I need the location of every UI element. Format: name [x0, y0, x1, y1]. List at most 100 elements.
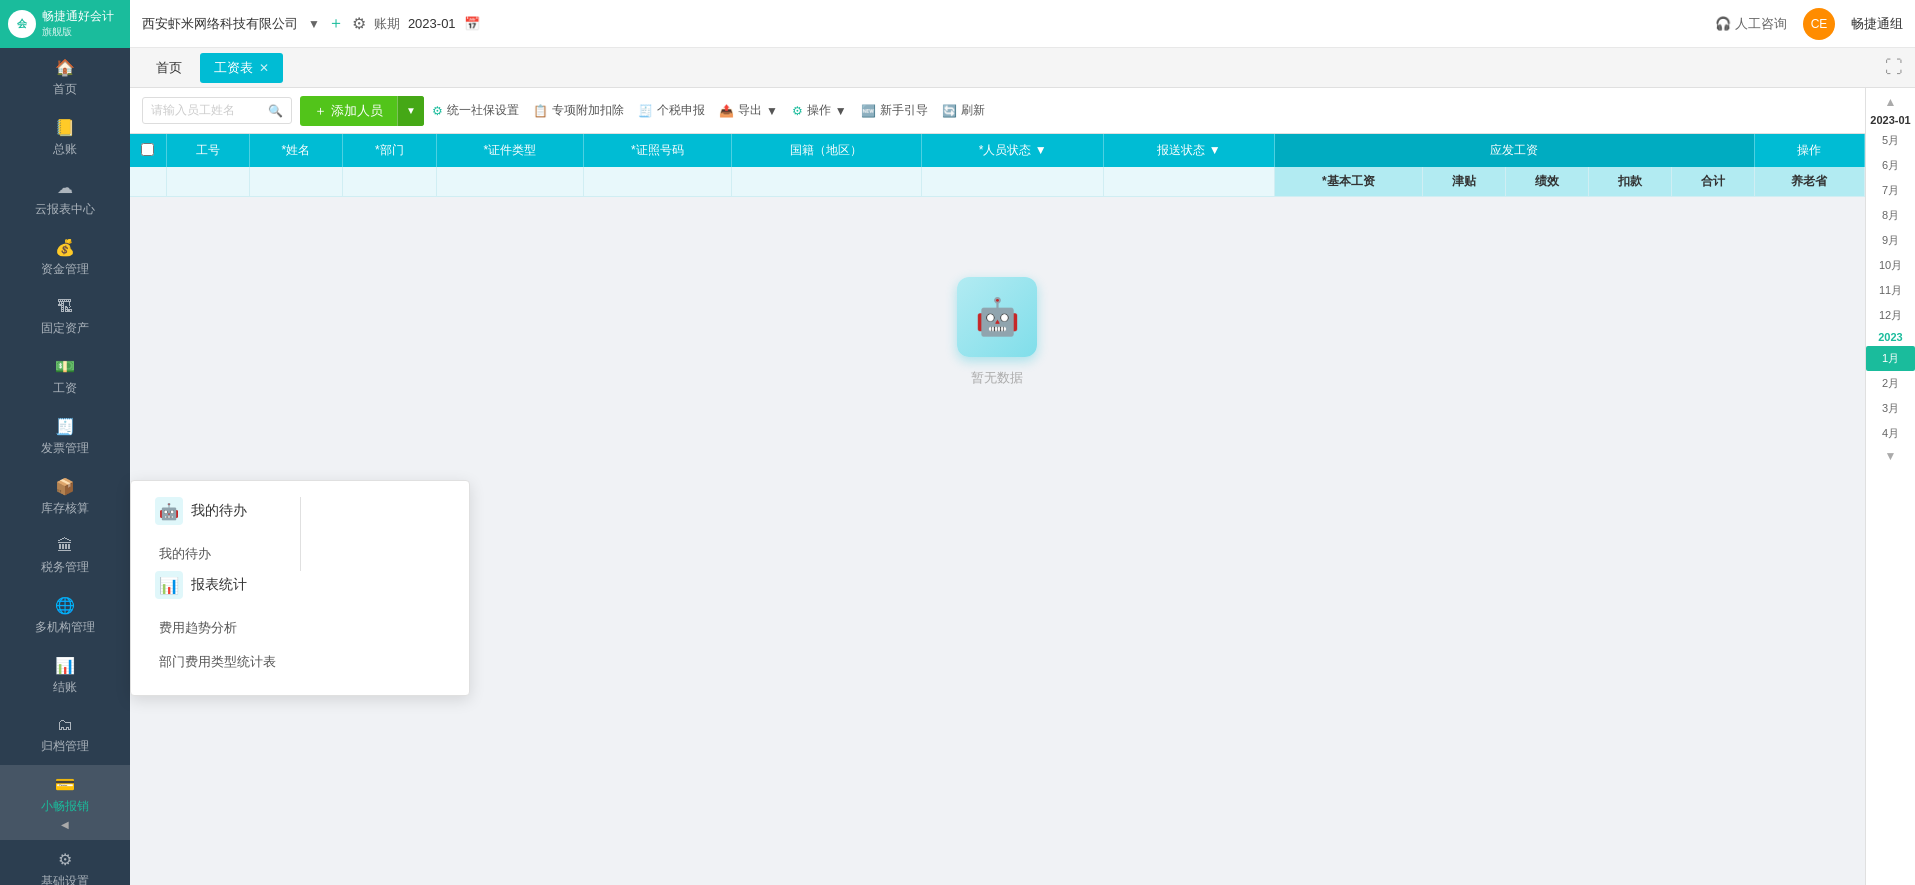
tab-close-icon[interactable]: ✕: [259, 61, 269, 75]
refresh-btn[interactable]: 🔄 刷新: [942, 102, 985, 119]
operation-label: 操作: [807, 102, 831, 119]
sidebar-item-fund[interactable]: 💰 资金管理: [0, 228, 130, 288]
sidebar-item-inventory[interactable]: 📦 库存核算: [0, 467, 130, 527]
timeline-month-5[interactable]: 5月: [1866, 128, 1915, 153]
sidebar-item-cloud-report[interactable]: ☁ 云报表中心: [0, 168, 130, 228]
tax-report-label: 个税申报: [657, 102, 705, 119]
company-dropdown-icon[interactable]: ▼: [308, 17, 320, 31]
user-avatar[interactable]: CE: [1803, 8, 1835, 40]
header-department: *部门: [343, 134, 437, 167]
timeline-month-10[interactable]: 10月: [1866, 253, 1915, 278]
social-insurance-btn[interactable]: ⚙ 统一社保设置: [432, 102, 519, 119]
empty-robot-icon: 🤖: [957, 277, 1037, 357]
timeline-month-12[interactable]: 12月: [1866, 303, 1915, 328]
header-nationality: 国籍（地区）: [731, 134, 922, 167]
operation-btn[interactable]: ⚙ 操作 ▼: [792, 102, 847, 119]
export-label: 导出: [738, 102, 762, 119]
operation-icon: ⚙: [792, 104, 803, 118]
sidebar-item-ledger[interactable]: 📒 总账: [0, 108, 130, 168]
reports-icon: 📊: [155, 571, 183, 599]
timeline-month-8[interactable]: 8月: [1866, 203, 1915, 228]
timeline-down-icon[interactable]: ▼: [1882, 446, 1900, 466]
topbar-add-icon[interactable]: ＋: [328, 13, 344, 34]
tab-salary-label: 工资表: [214, 59, 253, 77]
timeline-month-9[interactable]: 9月: [1866, 228, 1915, 253]
service-button[interactable]: 🎧 人工咨询: [1715, 15, 1787, 33]
export-btn[interactable]: 📤 导出 ▼: [719, 102, 778, 119]
sidebar-item-multi-org[interactable]: 🌐 多机构管理: [0, 586, 130, 646]
timeline-month-3[interactable]: 3月: [1866, 396, 1915, 421]
timeline-header: 2023-01: [1868, 112, 1912, 128]
sidebar-label-inventory: 库存核算: [41, 500, 89, 517]
header-salary-group: 应发工资: [1275, 134, 1755, 167]
sub-performance: 绩效: [1505, 167, 1588, 197]
guide-btn[interactable]: 🆕 新手引导: [861, 102, 928, 119]
sidebar-item-archive[interactable]: 🗂 归档管理: [0, 706, 130, 765]
logo-text-group: 畅捷通好会计 旗舰版: [42, 9, 114, 39]
sidebar-item-tax[interactable]: 🏛 税务管理: [0, 527, 130, 586]
headset-icon: 🎧: [1715, 16, 1731, 31]
social-insurance-icon: ⚙: [432, 104, 443, 118]
sidebar-item-salary[interactable]: 💵 工资: [0, 347, 130, 407]
archive-icon: 🗂: [57, 716, 73, 734]
table-header-row: 工号 *姓名 *部门 *证件类型 *证照号码 国籍（地区） *人员状态 ▼ 报送…: [130, 134, 1865, 167]
company-name: 西安虾米网络科技有限公司: [142, 15, 298, 33]
timeline-month-1[interactable]: 1月: [1866, 346, 1915, 371]
sidebar-label-xiaochang: 小畅报销: [41, 798, 89, 815]
sidebar-label-cloud: 云报表中心: [35, 201, 95, 218]
select-all-checkbox[interactable]: [141, 143, 154, 156]
tab-salary[interactable]: 工资表 ✕: [200, 53, 283, 83]
sidebar-item-settlement[interactable]: 📊 结账: [0, 646, 130, 706]
sidebar-item-fixed-assets[interactable]: 🏗 固定资产: [0, 288, 130, 347]
popup-item-cost-trend[interactable]: 费用趋势分析: [155, 611, 292, 645]
empty-text: 暂无数据: [971, 369, 1023, 387]
timeline-month-4[interactable]: 4月: [1866, 421, 1915, 446]
sub-deduction: 扣款: [1588, 167, 1671, 197]
tab-home[interactable]: 首页: [142, 53, 196, 83]
popup-item-dept-cost[interactable]: 部门费用类型统计表: [155, 645, 292, 679]
table-body: 🤖 暂无数据: [130, 197, 1865, 468]
timeline-month-6[interactable]: 6月: [1866, 153, 1915, 178]
timeline-month-7[interactable]: 7月: [1866, 178, 1915, 203]
sidebar-item-home[interactable]: 🏠 首页: [0, 48, 130, 108]
timeline-month-11[interactable]: 11月: [1866, 278, 1915, 303]
guide-icon2: 🆕: [861, 104, 876, 118]
calendar-icon[interactable]: 📅: [464, 16, 480, 31]
sidebar-label-ledger: 总账: [53, 141, 77, 158]
reports-title: 报表统计: [191, 576, 247, 594]
app-logo: 会 畅捷通好会计 旗舰版: [0, 0, 130, 48]
topbar-right: 🎧 人工咨询 CE 畅捷通组: [1715, 8, 1903, 40]
sub-bonus: 津贴: [1422, 167, 1505, 197]
add-person-button[interactable]: ＋ 添加人员: [300, 96, 397, 126]
add-person-label: 添加人员: [331, 102, 383, 120]
timeline: ▲ 2023-01 5月 6月 7月 8月 9月 10月 11月 12月 202…: [1865, 88, 1915, 885]
sub-department: [343, 167, 437, 197]
sidebar-nav: 🏠 首页 📒 总账 ☁ 云报表中心 💰 资金管理 🏗 固定资产 💵 工资 🧾 发…: [0, 48, 130, 885]
sidebar-item-xiaochang[interactable]: 💳 小畅报销 ◀: [0, 765, 130, 840]
header-checkbox[interactable]: [130, 134, 166, 167]
user-name[interactable]: 畅捷通组: [1851, 15, 1903, 33]
sub-nationality: [731, 167, 922, 197]
special-deduction-btn[interactable]: 📋 专项附加扣除: [533, 102, 624, 119]
sub-person-status: [922, 167, 1104, 197]
popup-item-my-tasks[interactable]: 我的待办: [155, 537, 292, 571]
sub-employee-id: [166, 167, 249, 197]
toolbar: 请输入员工姓名 🔍 ＋ 添加人员 ▼ ⚙ 统一社保设置: [130, 88, 1865, 134]
window-maximize-icon[interactable]: ⛶: [1885, 57, 1903, 78]
tax-report-btn[interactable]: 🧾 个税申报: [638, 102, 705, 119]
inventory-icon: 📦: [55, 477, 75, 496]
app-name: 畅捷通好会计: [42, 9, 114, 25]
add-person-dropdown-arrow[interactable]: ▼: [397, 96, 424, 126]
fund-icon: 💰: [55, 238, 75, 257]
search-icon[interactable]: 🔍: [268, 104, 283, 118]
search-input[interactable]: 请输入员工姓名 🔍: [142, 97, 292, 124]
cloud-icon: ☁: [57, 178, 73, 197]
timeline-up-icon[interactable]: ▲: [1882, 92, 1900, 112]
period-value: 2023-01: [408, 16, 456, 31]
timeline-month-2[interactable]: 2月: [1866, 371, 1915, 396]
header-operation: 操作: [1754, 134, 1864, 167]
topbar-settings-icon[interactable]: ⚙: [352, 14, 366, 33]
export-icon: 📤: [719, 104, 734, 118]
sidebar-item-basic-settings[interactable]: ⚙ 基础设置: [0, 840, 130, 885]
sidebar-item-invoice[interactable]: 🧾 发票管理: [0, 407, 130, 467]
